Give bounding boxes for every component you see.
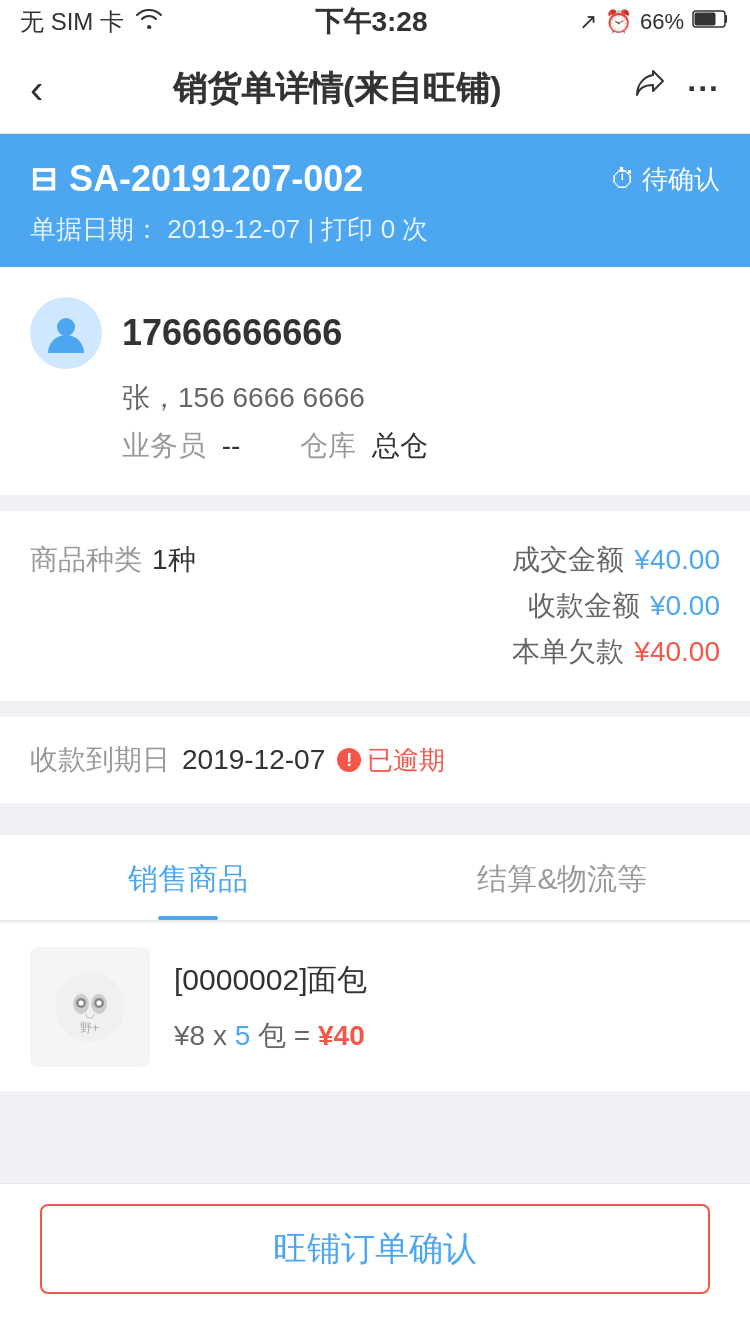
battery-icon (692, 9, 730, 35)
divider-1 (0, 495, 750, 511)
confirm-button-wrapper: 旺铺订单确认 (0, 1183, 750, 1334)
customer-name: 17666666666 (122, 312, 342, 354)
status-clock-icon: ⏱ (610, 164, 636, 195)
product-card: 野+ [0000002]面包 ¥8 x 5 包 = ¥40 (0, 923, 750, 1091)
carrier-text: 无 SIM 卡 (20, 6, 124, 38)
product-image: 野+ (30, 947, 150, 1067)
wifi-icon (134, 8, 164, 36)
product-unit-price: ¥8 (174, 1020, 205, 1051)
due-amount-row: 本单欠款 ¥40.00 (512, 633, 720, 671)
due-date-card: 收款到期日 2019-12-07 ! 已逾期 (0, 717, 750, 803)
tab-bar: 销售商品 结算&物流等 (0, 835, 750, 921)
confirm-order-button[interactable]: 旺铺订单确认 (40, 1204, 710, 1294)
svg-point-0 (147, 25, 151, 29)
nav-bar-left[interactable]: ‹ (30, 69, 43, 109)
svg-rect-2 (694, 13, 715, 26)
order-print-info: | 打印 0 次 (307, 214, 428, 244)
status-bar-left: 无 SIM 卡 (20, 6, 164, 38)
status-bar-right: ↗ ⏰ 66% (579, 9, 730, 35)
sales-rep-value: -- (222, 430, 241, 461)
svg-point-3 (57, 318, 75, 336)
product-info: [0000002]面包 ¥8 x 5 包 = ¥40 (174, 960, 720, 1055)
status-bar: 无 SIM 卡 下午3:28 ↗ ⏰ 66% (0, 0, 750, 44)
product-type-count: 1种 (152, 541, 196, 579)
customer-card: 17666666666 张，156 6666 6666 业务员 -- 仓库 总仓 (0, 267, 750, 495)
tab-products[interactable]: 销售商品 (0, 835, 375, 920)
sales-rep-label: 业务员 (122, 430, 206, 461)
divider-3 (0, 803, 750, 819)
order-icon: ⊟ (30, 160, 57, 198)
page-title: 销货单详情(来自旺铺) (173, 66, 502, 112)
product-unit: 包 (258, 1020, 286, 1051)
collected-amount-row: 收款金额 ¥0.00 (528, 587, 720, 625)
warehouse-value: 总仓 (372, 430, 428, 461)
product-equals: = (294, 1020, 318, 1051)
transaction-amount-label: 成交金额 (512, 541, 624, 579)
order-id-text: SA-20191207-002 (69, 158, 363, 200)
tab-settlement[interactable]: 结算&物流等 (375, 835, 750, 920)
due-date-label: 收款到期日 (30, 741, 170, 779)
svg-point-9 (79, 1001, 84, 1006)
battery-text: 66% (640, 9, 684, 35)
product-multiply: x (213, 1020, 235, 1051)
order-id: ⊟ SA-20191207-002 (30, 158, 363, 200)
product-type-section: 商品种类 1种 (30, 541, 196, 579)
share-icon[interactable] (631, 67, 667, 110)
back-button[interactable]: ‹ (30, 69, 43, 109)
order-date-value: 2019-12-07 (167, 214, 300, 244)
svg-text:野+: 野+ (80, 1021, 99, 1035)
summary-card: 商品种类 1种 成交金额 ¥40.00 收款金额 ¥0.00 本单欠款 ¥40.… (0, 511, 750, 701)
due-amount-label: 本单欠款 (512, 633, 624, 671)
alarm-icon: ⏰ (605, 9, 632, 35)
divider-2 (0, 701, 750, 717)
order-header: ⊟ SA-20191207-002 ⏱ 待确认 单据日期： 2019-12-07… (0, 134, 750, 267)
order-status: ⏱ 待确认 (610, 162, 720, 197)
product-quantity: 5 (235, 1020, 251, 1051)
warehouse-label: 仓库 (300, 430, 356, 461)
transaction-amount-row: 成交金额 ¥40.00 (512, 541, 720, 579)
amount-section: 成交金额 ¥40.00 收款金额 ¥0.00 本单欠款 ¥40.00 (512, 541, 720, 671)
order-date-label: 单据日期： (30, 214, 160, 244)
due-amount-value: ¥40.00 (634, 636, 720, 668)
due-date-value: 2019-12-07 (182, 744, 325, 776)
svg-point-10 (97, 1001, 102, 1006)
location-icon: ↗ (579, 9, 597, 35)
status-bar-time: 下午3:28 (315, 3, 427, 41)
overdue-badge: ! 已逾期 (337, 743, 445, 778)
overdue-icon: ! (337, 748, 361, 772)
avatar (30, 297, 102, 369)
customer-contact: 张，156 6666 6666 (122, 379, 720, 417)
collected-amount-value: ¥0.00 (650, 590, 720, 622)
overdue-text: 已逾期 (367, 743, 445, 778)
collected-amount-label: 收款金额 (528, 587, 640, 625)
product-name: [0000002]面包 (174, 960, 720, 1001)
tab-settlement-label: 结算&物流等 (477, 862, 647, 895)
customer-meta: 业务员 -- 仓库 总仓 (122, 427, 720, 465)
order-status-text: 待确认 (642, 162, 720, 197)
transaction-amount-value: ¥40.00 (634, 544, 720, 576)
tab-products-label: 销售商品 (128, 862, 248, 895)
nav-bar-right[interactable]: ··· (631, 67, 720, 110)
product-total: ¥40 (318, 1020, 365, 1051)
product-price-row: ¥8 x 5 包 = ¥40 (174, 1017, 720, 1055)
nav-bar: ‹ 销货单详情(来自旺铺) ··· (0, 44, 750, 134)
order-date: 单据日期： 2019-12-07 | 打印 0 次 (30, 212, 720, 247)
more-icon[interactable]: ··· (687, 70, 720, 107)
product-type-label: 商品种类 (30, 541, 142, 579)
